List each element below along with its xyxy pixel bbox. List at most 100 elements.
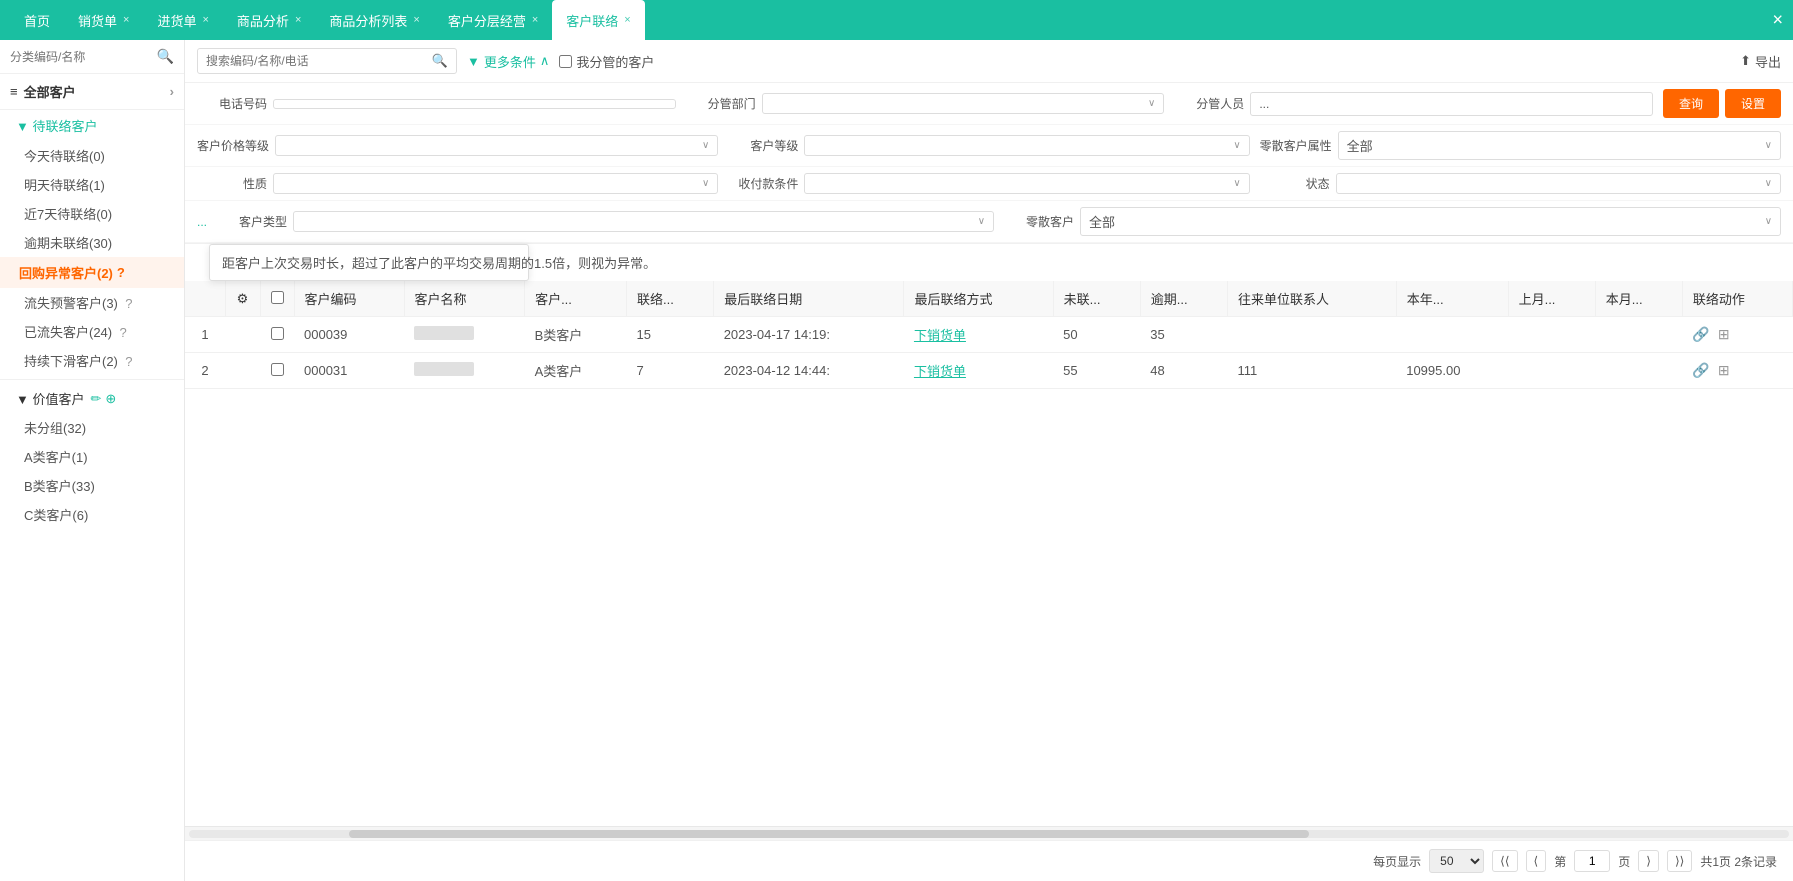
tab-customer-tier[interactable]: 客户分层经营 ×	[434, 0, 552, 40]
payment-terms-label: 收付款条件	[728, 175, 798, 192]
customer-type-select[interactable]: ∨	[293, 211, 994, 232]
value-group-add-icon[interactable]: ⊕	[105, 391, 116, 407]
sidebar-item-churned[interactable]: 已流失客户(24) ?	[0, 317, 184, 346]
last-page-button[interactable]: ⟩⟩	[1667, 850, 1692, 872]
row2-checkbox[interactable]	[260, 353, 294, 389]
scattered-attr-select[interactable]: 全部 ∨	[1338, 131, 1781, 160]
pagination: 每页显示 50 20 100 ⟨⟨ ⟨ 第 页 ⟩ ⟩⟩ 共1页 2条记录	[185, 840, 1793, 881]
sidebar-item-class-b[interactable]: B类客户(33)	[0, 471, 184, 500]
scattered-attr-field: 零散客户属性 全部 ∨	[1260, 131, 1781, 160]
customer-level-field: 客户等级 ∨	[728, 135, 1249, 156]
content-area: 🔍 ▼ 更多条件 ∧ 我分管的客户 ⬆ 导出 电话号码	[185, 40, 1793, 881]
sidebar-group-pending[interactable]: ▼ 待联络客户	[0, 110, 184, 141]
row1-link-icon[interactable]: 🔗	[1692, 326, 1709, 343]
prev-page-button[interactable]: ⟨	[1526, 850, 1547, 872]
col-checkbox-header[interactable]	[260, 281, 294, 317]
next-page-button[interactable]: ⟩	[1638, 850, 1659, 872]
per-page-select[interactable]: 50 20 100	[1429, 849, 1484, 873]
row2-method-link[interactable]: 下销货单	[914, 364, 966, 379]
close-product-analysis-icon[interactable]: ×	[295, 14, 301, 26]
payment-terms-select[interactable]: ∨	[804, 173, 1249, 194]
manager-label: 分管人员	[1174, 95, 1244, 112]
row2-overdue: 48	[1140, 353, 1227, 389]
top-nav: 首页 销货单 × 进货单 × 商品分析 × 商品分析列表 × 客户分层经营 × …	[0, 0, 1793, 40]
tab-purchase-order[interactable]: 进货单 ×	[143, 0, 222, 40]
scattered-customer-label: 零散客户	[1004, 213, 1074, 230]
export-button[interactable]: ⬆ 导出	[1740, 52, 1781, 71]
search-input[interactable]	[206, 54, 428, 68]
row2-select-checkbox[interactable]	[271, 363, 284, 376]
col-unit-contact: 往来单位联系人	[1227, 281, 1396, 317]
close-customer-contact-icon[interactable]: ×	[624, 14, 630, 26]
row1-settings	[225, 317, 260, 353]
row2-grid-icon[interactable]: ⊞	[1718, 362, 1730, 379]
sidebar-item-today[interactable]: 今天待联络(0)	[0, 141, 184, 170]
query-button[interactable]: 查询	[1663, 89, 1719, 118]
row1-grid-icon[interactable]: ⊞	[1718, 326, 1730, 343]
sidebar-group-value[interactable]: ▼ 价值客户 ✏ ⊕	[0, 384, 184, 413]
page-number-input[interactable]	[1574, 850, 1610, 872]
sidebar-item-7days[interactable]: 近7天待联络(0)	[0, 199, 184, 228]
more-filter-button[interactable]: ...	[197, 215, 207, 229]
customer-type-field: 客户类型 ∨	[217, 211, 994, 232]
price-level-select[interactable]: ∨	[275, 135, 718, 156]
col-year-amount: 本年...	[1396, 281, 1508, 317]
sidebar-item-overdue[interactable]: 逾期未联络(30)	[0, 228, 184, 257]
sidebar-search-input[interactable]	[10, 50, 157, 64]
sidebar-item-tomorrow[interactable]: 明天待联络(1)	[0, 170, 184, 199]
table-settings-icon[interactable]: ⚙	[237, 291, 249, 306]
sidebar-item-churn-warning[interactable]: 流失预警客户(3) ?	[0, 288, 184, 317]
manager-input[interactable]: ...	[1250, 92, 1653, 116]
row1-method-link[interactable]: 下销货单	[914, 328, 966, 343]
row2-action: 🔗 ⊞	[1682, 353, 1792, 389]
close-purchase-order-icon[interactable]: ×	[202, 14, 208, 26]
settings-button[interactable]: 设置	[1725, 89, 1781, 118]
tab-home[interactable]: 首页	[10, 0, 64, 40]
horizontal-scrollbar[interactable]	[185, 826, 1793, 840]
phone-field: 电话号码	[197, 95, 676, 112]
status-select[interactable]: ∨	[1336, 173, 1781, 194]
more-conditions-button[interactable]: ▼ 更多条件 ∧	[467, 52, 549, 71]
page-label: 第	[1554, 853, 1566, 870]
price-level-arrow-icon: ∨	[702, 140, 709, 151]
sidebar-all-customers[interactable]: ≡ 全部客户 ›	[0, 74, 184, 110]
scattered-customer-select[interactable]: 全部 ∨	[1080, 207, 1781, 236]
close-customer-tier-icon[interactable]: ×	[532, 14, 538, 26]
col-contact-count: 联络...	[627, 281, 714, 317]
close-product-analysis-list-icon[interactable]: ×	[413, 14, 419, 26]
sidebar-item-repurchase-anomaly[interactable]: 回购异常客户(2) ?	[0, 257, 184, 288]
customer-table: ⚙ 客户编码 客户名称 客户... 联络... 最后联络日期 最后联络方式 未联…	[185, 281, 1793, 389]
close-sales-order-icon[interactable]: ×	[123, 14, 129, 26]
my-customer-checkbox[interactable]	[559, 55, 572, 68]
row1-checkbox[interactable]	[260, 317, 294, 353]
col-settings-header[interactable]: ⚙	[225, 281, 260, 317]
nature-select[interactable]: ∨	[273, 173, 718, 194]
row2-link-icon[interactable]: 🔗	[1692, 362, 1709, 379]
select-all-checkbox[interactable]	[271, 291, 284, 304]
scroll-track	[189, 830, 1789, 838]
sidebar-item-ungrouped[interactable]: 未分组(32)	[0, 413, 184, 442]
tab-customer-contact[interactable]: 客户联络 ×	[552, 0, 644, 40]
phone-input[interactable]	[273, 99, 676, 109]
dept-select[interactable]: ∨	[762, 93, 1165, 114]
tab-sales-order[interactable]: 销货单 ×	[64, 0, 143, 40]
row1-select-checkbox[interactable]	[271, 327, 284, 340]
sidebar-item-class-a[interactable]: A类客户(1)	[0, 442, 184, 471]
declining-help-icon: ?	[125, 354, 132, 369]
scroll-thumb[interactable]	[349, 830, 1309, 838]
anomaly-help-icon: ?	[117, 265, 125, 280]
sidebar-item-declining[interactable]: 持续下滑客户(2) ?	[0, 346, 184, 375]
first-page-button[interactable]: ⟨⟨	[1492, 850, 1517, 872]
filter-row-2: 客户价格等级 ∨ 客户等级 ∨ 零散客户属性 全部	[185, 125, 1793, 167]
row2-last-contact-date: 2023-04-12 14:44:	[714, 353, 904, 389]
tab-product-analysis-list[interactable]: 商品分析列表 ×	[315, 0, 433, 40]
search-box: 🔍	[197, 48, 457, 74]
sidebar-item-class-c[interactable]: C类客户(6)	[0, 500, 184, 529]
row1-last-month	[1508, 317, 1595, 353]
tab-product-analysis[interactable]: 商品分析 ×	[223, 0, 315, 40]
value-group-edit-icon[interactable]: ✏	[90, 391, 101, 407]
col-last-contact-method: 最后联络方式	[904, 281, 1053, 317]
customer-level-select[interactable]: ∨	[804, 135, 1249, 156]
window-close-icon[interactable]: ×	[1772, 10, 1783, 31]
sidebar-collapse-arrow[interactable]: ›	[170, 84, 174, 99]
